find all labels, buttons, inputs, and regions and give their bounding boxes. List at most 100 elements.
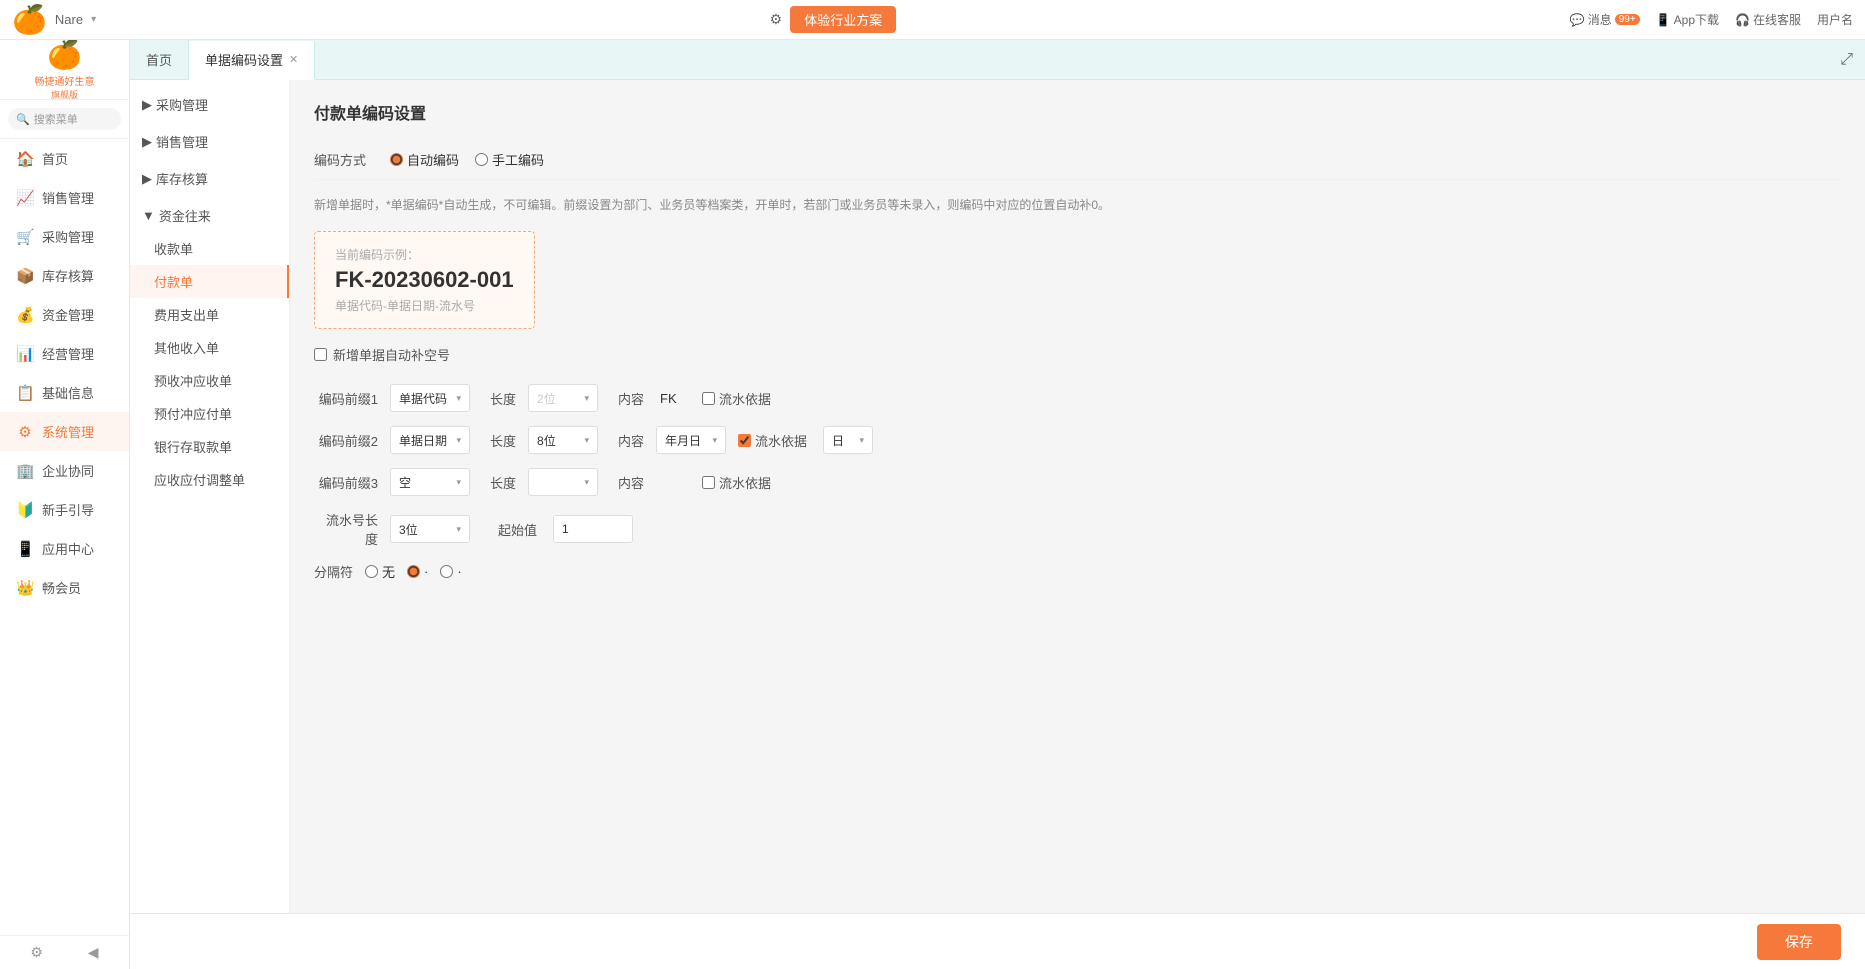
manual-encoding-option[interactable]: 手工编码: [475, 150, 544, 169]
stock-icon: 📦: [16, 267, 34, 285]
sidebar-item-enterprise[interactable]: 🏢 企业协同: [0, 451, 129, 490]
sep-none-radio[interactable]: [365, 565, 378, 578]
bottom-bar: 保存: [130, 913, 1865, 969]
sidebar-item-apps[interactable]: 📱 应用中心: [0, 529, 129, 568]
top-bar-right: 💬 消息 99+ 📱 App下载 🎧 在线客服 用户名: [1570, 11, 1853, 28]
auto-encoding-option[interactable]: 自动编码: [390, 150, 459, 169]
sidebar-item-sales[interactable]: 📈 销售管理: [0, 178, 129, 217]
watermark3-label: 流水依据: [719, 473, 771, 492]
app-download-button[interactable]: 📱 App下载: [1656, 11, 1719, 28]
prefix1-select[interactable]: 单据代码 ▾ 单据代码 单据日期 空: [390, 384, 470, 412]
sidebar-label-purchase: 采购管理: [42, 227, 94, 246]
chevron-right-icon: ▶: [142, 97, 152, 113]
length2-select[interactable]: 8位 ▾ 6位 8位: [528, 426, 598, 454]
sub-sidebar: ▶ 采购管理 ▶ 销售管理 ▶ 库存核算: [130, 80, 290, 913]
sep-dot-option[interactable]: ·: [407, 564, 428, 579]
sub-group-header-sales[interactable]: ▶ 销售管理: [130, 125, 289, 158]
length3-select[interactable]: ▾: [528, 468, 598, 496]
message-badge: 99+: [1615, 14, 1640, 25]
tab-home[interactable]: 首页: [130, 40, 189, 79]
sub-group-label-fund: 资金往来: [159, 206, 211, 225]
page-body: ▶ 采购管理 ▶ 销售管理 ▶ 库存核算: [130, 80, 1865, 913]
sidebar-collapse-button[interactable]: ◀: [88, 944, 99, 961]
save-button[interactable]: 保存: [1757, 924, 1841, 960]
sub-group-label-purchase: 采购管理: [156, 95, 208, 114]
length1-select[interactable]: 2位 ▾ 2位 3位: [528, 384, 598, 412]
example-code: FK-20230602-001: [335, 267, 514, 293]
sidebar-item-fund[interactable]: 💰 资金管理: [0, 295, 129, 334]
sep-dot2-option[interactable]: ·: [440, 564, 461, 579]
member-icon: 👑: [16, 579, 34, 597]
sub-item-payment[interactable]: 付款单: [130, 265, 289, 298]
tab-expand-button[interactable]: ⤢: [1840, 51, 1853, 69]
prefix2-label: 编码前缀2: [314, 431, 378, 450]
sidebar-search-area[interactable]: 🔍 搜索菜单: [0, 100, 129, 139]
auto-fill-checkbox[interactable]: [314, 348, 327, 361]
main-layout: 🍊 畅捷通好生意 旗舰版 🔍 搜索菜单 🏠 首页 📈 销售管理 🛒 采购管理: [0, 40, 1865, 969]
sep-none-label: 无: [382, 562, 395, 581]
sub-group-header-fund[interactable]: ▼ 资金往来: [130, 199, 289, 232]
user-avatar[interactable]: 用户名: [1817, 11, 1853, 28]
watermark3-checkbox[interactable]: [702, 476, 715, 489]
watermark2-checkbox[interactable]: [738, 434, 751, 447]
sub-group-header-stock[interactable]: ▶ 库存核算: [130, 162, 289, 195]
sidebar-item-stock[interactable]: 📦 库存核算: [0, 256, 129, 295]
sub-item-income[interactable]: 其他收入单: [130, 331, 289, 364]
prefix-row-2: 编码前缀2 单据日期 ▾ 单据代码 单据日期 空 长度 8位 ▾: [314, 426, 1841, 454]
dropdown-arrow-icon[interactable]: ▾: [91, 14, 96, 25]
sub-group-stock: ▶ 库存核算: [130, 162, 289, 195]
settings-icon[interactable]: ⚙: [770, 11, 783, 28]
online-service-button[interactable]: 🎧 在线客服: [1735, 11, 1801, 28]
watermark2-label: 流水依据: [755, 431, 807, 450]
watermark3-option[interactable]: 流水依据: [702, 473, 771, 492]
serial-row: 流水号长度 3位 ▾ 2位 3位 4位 起始值: [314, 510, 1841, 548]
watermark2-option[interactable]: 流水依据: [738, 431, 807, 450]
sub-item-prepayment[interactable]: 预付冲应付单: [130, 397, 289, 430]
page-title: 付款单编码设置: [314, 100, 1841, 124]
apps-icon: 📱: [16, 540, 34, 558]
sidebar-item-home[interactable]: 🏠 首页: [0, 139, 129, 178]
content2-select[interactable]: 年月日 ▾ 年月日 年月: [656, 426, 726, 454]
search-inner[interactable]: 🔍 搜索菜单: [8, 108, 121, 130]
sidebar-item-operation[interactable]: 📊 经营管理: [0, 334, 129, 373]
auto-encoding-radio[interactable]: [390, 153, 403, 166]
sub-group-label-sales: 销售管理: [156, 132, 208, 151]
sub-item-receipt[interactable]: 收款单: [130, 232, 289, 265]
sep-dot-radio[interactable]: [407, 565, 420, 578]
sidebar-gear-button[interactable]: ⚙: [30, 944, 43, 961]
example-label: 当前编码示例：: [335, 246, 514, 263]
tab-encoding-label: 单据编码设置: [205, 50, 283, 69]
start-value-input[interactable]: [553, 515, 633, 543]
sidebar-item-member[interactable]: 👑 畅会员: [0, 568, 129, 607]
sub-item-prereceipt[interactable]: 预收冲应收单: [130, 364, 289, 397]
sidebar-item-basic[interactable]: 📋 基础信息: [0, 373, 129, 412]
sidebar-item-purchase[interactable]: 🛒 采购管理: [0, 217, 129, 256]
tab-close-icon[interactable]: ✕: [289, 53, 298, 66]
trial-button[interactable]: 体验行业方案: [790, 6, 896, 33]
sep-none-option[interactable]: 无: [365, 562, 395, 581]
watermark2-select[interactable]: 日 ▾ 日 月 年: [823, 426, 873, 454]
tab-encoding[interactable]: 单据编码设置 ✕: [189, 41, 315, 80]
sidebar-item-guide[interactable]: 🔰 新手引导: [0, 490, 129, 529]
sidebar-label-home: 首页: [42, 149, 68, 168]
sidebar-label-basic: 基础信息: [42, 383, 94, 402]
sub-item-bank[interactable]: 银行存取款单: [130, 430, 289, 463]
sub-item-expense[interactable]: 费用支出单: [130, 298, 289, 331]
watermark1-option[interactable]: 流水依据: [702, 389, 771, 408]
guide-icon: 🔰: [16, 501, 34, 519]
watermark1-checkbox[interactable]: [702, 392, 715, 405]
message-button[interactable]: 💬 消息 99+: [1570, 11, 1640, 28]
description-content: 新增单据时，*单据编码*自动生成，不可编辑。前缀设置为部门、业务员等档案类，开单…: [314, 198, 1110, 212]
sidebar-item-system[interactable]: ⚙ 系统管理: [0, 412, 129, 451]
sidebar-label-enterprise: 企业协同: [42, 461, 94, 480]
home-icon: 🏠: [16, 150, 34, 168]
serial-length-label: 流水号长度: [314, 510, 378, 548]
sub-item-adjustment[interactable]: 应收应付调整单: [130, 463, 289, 496]
prefix3-select[interactable]: 空 ▾ 单据代码 单据日期 空: [390, 468, 470, 496]
sub-group-header-purchase[interactable]: ▶ 采购管理: [130, 88, 289, 121]
manual-encoding-radio[interactable]: [475, 153, 488, 166]
prefix2-select[interactable]: 单据日期 ▾ 单据代码 单据日期 空: [390, 426, 470, 454]
serial-length-select[interactable]: 3位 ▾ 2位 3位 4位: [390, 515, 470, 543]
sep-dot2-radio[interactable]: [440, 565, 453, 578]
sub-item-label-prepayment: 预付冲应付单: [154, 407, 232, 422]
